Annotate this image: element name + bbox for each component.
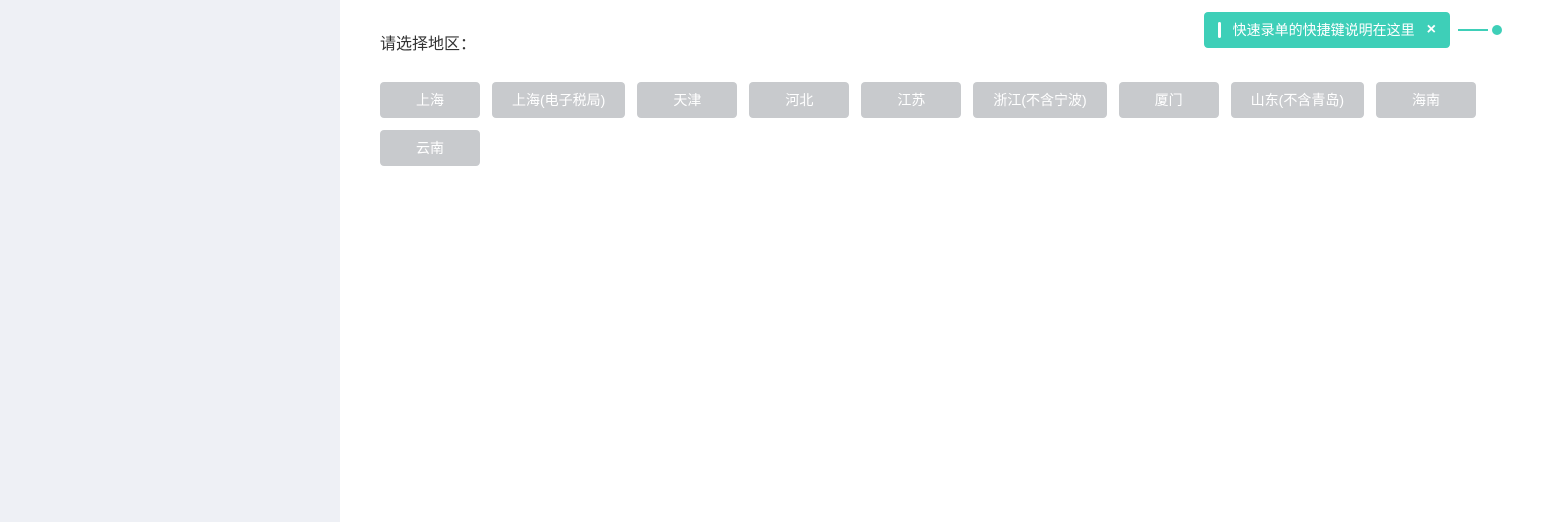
region-btn-jiangsu[interactable]: 江苏	[861, 82, 961, 118]
tooltip-line	[1458, 29, 1488, 31]
tooltip-box: 快速录单的快捷键说明在这里 ×	[1204, 12, 1450, 48]
region-btn-yunnan[interactable]: 云南	[380, 130, 480, 166]
region-btn-shandong[interactable]: 山东(不含青岛)	[1231, 82, 1364, 118]
region-btn-zhejiang[interactable]: 浙江(不含宁波)	[973, 82, 1106, 118]
region-btn-shanghai-etax[interactable]: 上海(电子税局)	[492, 82, 625, 118]
tooltip-container: 快速录单的快捷键说明在这里 ×	[1204, 12, 1502, 48]
region-btn-hebei[interactable]: 河北	[749, 82, 849, 118]
left-sidebar	[0, 0, 340, 522]
region-btn-tianjin[interactable]: 天津	[637, 82, 737, 118]
tooltip-right-indicator	[1458, 25, 1502, 35]
tooltip-close-button[interactable]: ×	[1427, 21, 1436, 39]
main-content: 快速录单的快捷键说明在这里 × 请选择地区： 上海上海(电子税局)天津河北江苏浙…	[340, 0, 1562, 522]
region-btn-hainan[interactable]: 海南	[1376, 82, 1476, 118]
region-btn-xiamen[interactable]: 厦门	[1119, 82, 1219, 118]
region-buttons: 上海上海(电子税局) 天津河北江苏浙江(不含宁波) 厦门山东(不含青岛) 海南云南	[380, 82, 1522, 166]
region-btn-shanghai[interactable]: 上海	[380, 82, 480, 118]
bar-indicator-icon	[1218, 22, 1221, 38]
tooltip-dot	[1492, 25, 1502, 35]
tooltip-text: 快速录单的快捷键说明在这里	[1233, 20, 1415, 40]
